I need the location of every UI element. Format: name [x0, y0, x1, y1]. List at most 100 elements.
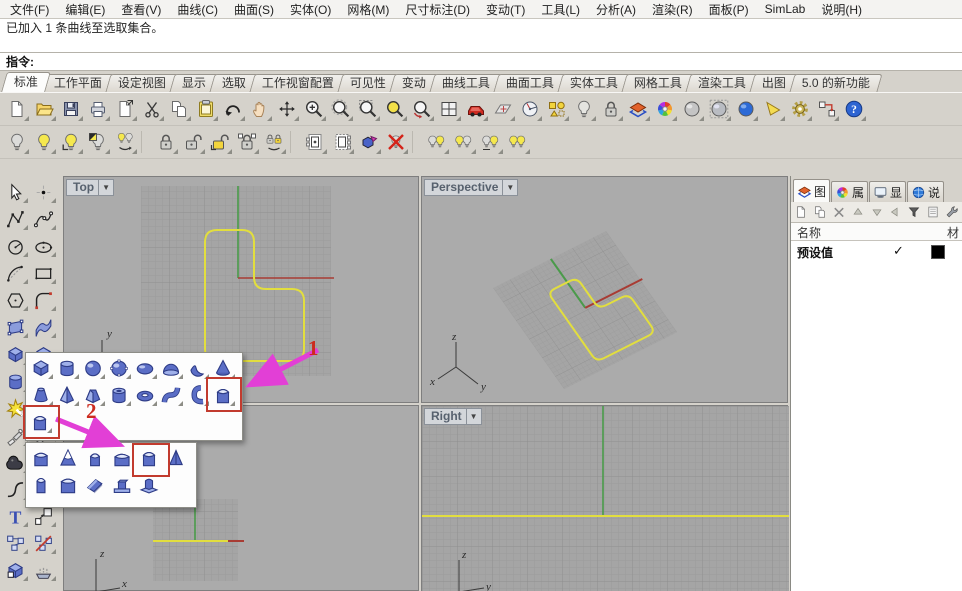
viewport-right[interactable]: z y Right ▼	[421, 405, 789, 591]
set-view-button[interactable]	[516, 95, 543, 123]
flyout-pipe-c-button[interactable]	[184, 382, 210, 408]
viewport-perspective[interactable]: z x y Perspective ▼	[421, 176, 788, 403]
panel-tab-3[interactable]: 显	[869, 181, 907, 202]
flyout-torus-button[interactable]	[132, 382, 158, 408]
surface-loft-button[interactable]	[30, 314, 57, 340]
layer-current-check[interactable]: ✓	[893, 243, 904, 259]
lock-open-button[interactable]	[179, 128, 206, 156]
polygon-button[interactable]	[2, 287, 29, 313]
interpolate-curve-button[interactable]	[30, 206, 57, 232]
menu-item-11[interactable]: 分析(A)	[588, 0, 644, 19]
toolbar-tab-15[interactable]: 5.0 的新功能	[789, 74, 883, 92]
open-file-button[interactable]	[30, 95, 57, 123]
toolbar-tab-11[interactable]: 实体工具	[557, 74, 631, 92]
lock-multi-button[interactable]	[233, 128, 260, 156]
save-button[interactable]	[57, 95, 84, 123]
zoom-back-button[interactable]	[408, 95, 435, 123]
render-sphere-blue-button[interactable]	[732, 95, 759, 123]
viewport-layout-button[interactable]	[435, 95, 462, 123]
fillet-corner-button[interactable]	[30, 287, 57, 313]
viewport-perspective-title[interactable]: Perspective ▼	[424, 179, 519, 196]
layer-list-empty-area[interactable]	[791, 261, 962, 591]
render-sphere-gray-button[interactable]	[678, 95, 705, 123]
flyout-sphere-points-button[interactable]	[106, 355, 132, 381]
lock-toggle-button[interactable]	[597, 95, 624, 123]
bulb-off-button[interactable]	[3, 128, 30, 156]
isolate-off-button[interactable]	[328, 128, 355, 156]
bulb-pair-d-button[interactable]	[504, 128, 531, 156]
flyout-cone-quarter-button[interactable]	[184, 355, 210, 381]
toolbar-tab-3[interactable]: 设定视图	[105, 74, 179, 92]
move-view-button[interactable]	[273, 95, 300, 123]
flyout2-extrude-wide-button[interactable]	[109, 445, 135, 471]
menu-item-13[interactable]: 面板(P)	[701, 0, 757, 19]
undo-button[interactable]	[219, 95, 246, 123]
block-button[interactable]	[2, 557, 29, 583]
viewport-right-menu-arrow-icon[interactable]: ▼	[465, 409, 478, 424]
flyout2-extrude-straight-button[interactable]	[136, 445, 162, 471]
viewport-top-menu-arrow-icon[interactable]: ▼	[98, 180, 110, 195]
bulb-swap-button[interactable]	[111, 128, 138, 156]
polyline-button[interactable]	[2, 206, 29, 232]
group-button[interactable]	[2, 530, 29, 556]
arc-button[interactable]	[2, 260, 29, 286]
render-sphere-shaded-button[interactable]	[705, 95, 732, 123]
bulb-pair-c-button[interactable]	[477, 128, 504, 156]
zoom-in-button[interactable]	[300, 95, 327, 123]
cut-button[interactable]	[138, 95, 165, 123]
cplane-button[interactable]	[489, 95, 516, 123]
new-item-button[interactable]	[793, 204, 810, 221]
menu-item-10[interactable]: 工具(L)	[533, 0, 588, 19]
toolbar-tab-13[interactable]: 渲染工具	[685, 74, 759, 92]
menu-item-6[interactable]: 实体(O)	[282, 0, 339, 19]
menu-item-9[interactable]: 变动(T)	[478, 0, 533, 19]
help-button[interactable]: ?	[840, 95, 867, 123]
toolbar-tab-1[interactable]: 标准	[1, 72, 51, 92]
flyout-pyramid-button[interactable]	[54, 382, 80, 408]
layer-row[interactable]: 预设值 ✓	[791, 241, 962, 261]
named-view-car-button[interactable]	[462, 95, 489, 123]
toolbar-tab-9[interactable]: 曲线工具	[429, 74, 503, 92]
menu-item-4[interactable]: 曲线(C)	[169, 0, 226, 19]
viewport-perspective-menu-arrow-icon[interactable]: ▼	[502, 180, 514, 195]
flyout2-extrude-tall-button[interactable]	[28, 472, 54, 498]
surface-points-button[interactable]	[2, 314, 29, 340]
ungroup-button[interactable]	[30, 530, 57, 556]
sidebar-extrude-straight-side-button[interactable]	[27, 409, 53, 435]
filter-button[interactable]	[906, 204, 923, 221]
options-gear-button[interactable]	[786, 95, 813, 123]
flyout-tube-button[interactable]	[106, 382, 132, 408]
viewport-right-title[interactable]: Right ▼	[424, 408, 482, 425]
flyout-paraboloid-button[interactable]	[158, 355, 184, 381]
paste-button[interactable]	[192, 95, 219, 123]
command-input[interactable]	[38, 55, 956, 69]
toolbar-tab-2[interactable]: 工作平面	[41, 74, 115, 92]
print-button[interactable]	[84, 95, 111, 123]
flyout2-slab-base-button[interactable]	[109, 472, 135, 498]
bulb-pair-b-button[interactable]	[450, 128, 477, 156]
spotlight-button[interactable]	[759, 95, 786, 123]
toolbar-tab-6[interactable]: 工作视窗配置	[249, 74, 347, 92]
flyout-sphere-button[interactable]	[80, 355, 106, 381]
color-wheel-button[interactable]	[651, 95, 678, 123]
layer-color-swatch[interactable]	[931, 245, 945, 259]
named-position-button[interactable]	[543, 95, 570, 123]
wrench-button[interactable]	[943, 204, 960, 221]
select-arrow-button[interactable]	[2, 179, 29, 205]
new-file-button[interactable]	[3, 95, 30, 123]
menu-item-8[interactable]: 尺寸标注(D)	[397, 0, 478, 19]
lock-open-yellow-button[interactable]	[206, 128, 233, 156]
light-bulb-button[interactable]	[570, 95, 597, 123]
export-page-button[interactable]	[111, 95, 138, 123]
flyout-pipe-s-button[interactable]	[158, 382, 184, 408]
flyout2-extrude-cone-button[interactable]	[55, 445, 81, 471]
flyout-ellipsoid-button[interactable]	[132, 355, 158, 381]
bulb-pair-a-button[interactable]	[423, 128, 450, 156]
menu-item-2[interactable]: 编辑(E)	[57, 0, 113, 19]
rectangle-button[interactable]	[30, 260, 57, 286]
menu-item-15[interactable]: 说明(H)	[813, 0, 870, 19]
toolbar-tab-12[interactable]: 网格工具	[621, 74, 695, 92]
layer-manager-button[interactable]	[624, 95, 651, 123]
point-button[interactable]	[30, 179, 57, 205]
flyout-box-button[interactable]	[28, 355, 54, 381]
